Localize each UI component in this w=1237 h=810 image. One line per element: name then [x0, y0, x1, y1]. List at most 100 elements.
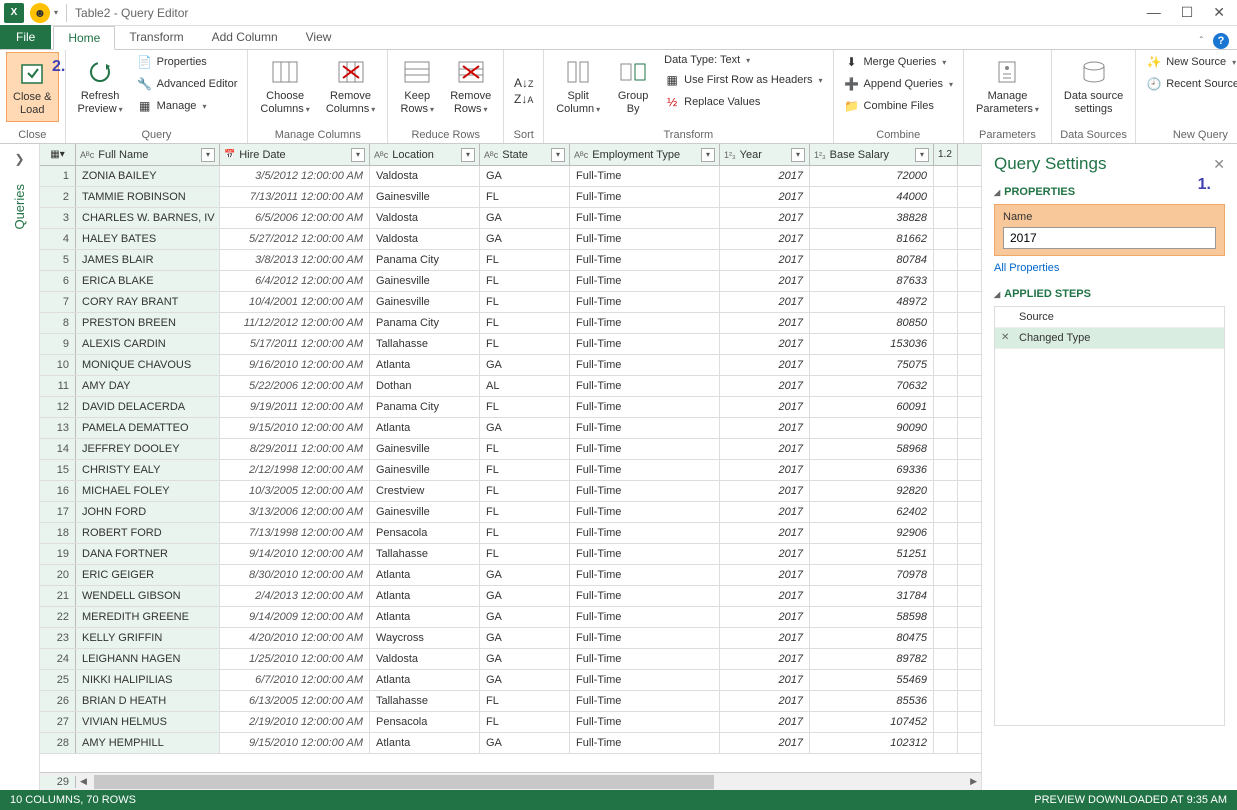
select-all-corner[interactable]: ▦▾	[40, 144, 76, 165]
cell-salary[interactable]: 80784	[810, 250, 934, 270]
cell-extra[interactable]	[934, 733, 958, 753]
cell-salary[interactable]: 153036	[810, 334, 934, 354]
cell-state[interactable]: GA	[480, 670, 570, 690]
hscroll-thumb[interactable]	[94, 775, 714, 789]
cell-fullname[interactable]: JOHN FORD	[76, 502, 220, 522]
cell-fullname[interactable]: ERIC GEIGER	[76, 565, 220, 585]
tab-home[interactable]: Home	[53, 26, 115, 50]
cell-fullname[interactable]: VIVIAN HELMUS	[76, 712, 220, 732]
cell-employment[interactable]: Full-Time	[570, 334, 720, 354]
maximize-icon[interactable]: ☐	[1181, 4, 1194, 21]
cell-year[interactable]: 2017	[720, 208, 810, 228]
cell-state[interactable]: FL	[480, 334, 570, 354]
cell-hiredate[interactable]: 9/15/2010 12:00:00 AM	[220, 733, 370, 753]
table-row[interactable]: 8PRESTON BREEN11/12/2012 12:00:00 AMPana…	[40, 313, 981, 334]
remove-rows-button[interactable]: Remove Rows	[444, 52, 497, 120]
table-row[interactable]: 2TAMMIE ROBINSON7/13/2011 12:00:00 AMGai…	[40, 187, 981, 208]
cell-year[interactable]: 2017	[720, 439, 810, 459]
cell-salary[interactable]: 62402	[810, 502, 934, 522]
smiley-icon[interactable]: ☻	[30, 3, 50, 23]
cell-location[interactable]: Gainesville	[370, 460, 480, 480]
cell-hiredate[interactable]: 9/14/2009 12:00:00 AM	[220, 607, 370, 627]
cell-salary[interactable]: 70978	[810, 565, 934, 585]
cell-extra[interactable]	[934, 439, 958, 459]
cell-employment[interactable]: Full-Time	[570, 670, 720, 690]
cell-employment[interactable]: Full-Time	[570, 397, 720, 417]
cell-extra[interactable]	[934, 523, 958, 543]
cell-hiredate[interactable]: 3/5/2012 12:00:00 AM	[220, 166, 370, 186]
cell-fullname[interactable]: JAMES BLAIR	[76, 250, 220, 270]
cell-employment[interactable]: Full-Time	[570, 355, 720, 375]
cell-fullname[interactable]: WENDELL GIBSON	[76, 586, 220, 606]
table-row[interactable]: 7CORY RAY BRANT10/4/2001 12:00:00 AMGain…	[40, 292, 981, 313]
cell-fullname[interactable]: CORY RAY BRANT	[76, 292, 220, 312]
cell-hiredate[interactable]: 11/12/2012 12:00:00 AM	[220, 313, 370, 333]
cell-fullname[interactable]: AMY DAY	[76, 376, 220, 396]
cell-hiredate[interactable]: 5/27/2012 12:00:00 AM	[220, 229, 370, 249]
cell-year[interactable]: 2017	[720, 649, 810, 669]
cell-salary[interactable]: 72000	[810, 166, 934, 186]
cell-fullname[interactable]: TAMMIE ROBINSON	[76, 187, 220, 207]
table-row[interactable]: 12DAVID DELACERDA9/19/2011 12:00:00 AMPa…	[40, 397, 981, 418]
cell-employment[interactable]: Full-Time	[570, 460, 720, 480]
cell-fullname[interactable]: DAVID DELACERDA	[76, 397, 220, 417]
cell-fullname[interactable]: DANA FORTNER	[76, 544, 220, 564]
cell-fullname[interactable]: MONIQUE CHAVOUS	[76, 355, 220, 375]
cell-extra[interactable]	[934, 397, 958, 417]
cell-employment[interactable]: Full-Time	[570, 292, 720, 312]
cell-state[interactable]: GA	[480, 229, 570, 249]
cell-location[interactable]: Gainesville	[370, 502, 480, 522]
close-settings-icon[interactable]: ✕	[1213, 156, 1225, 173]
merge-queries-button[interactable]: ⬇Merge Queries	[840, 52, 958, 72]
help-icon[interactable]: ?	[1213, 33, 1229, 49]
cell-location[interactable]: Valdosta	[370, 649, 480, 669]
filter-icon[interactable]: ▾	[461, 148, 475, 162]
table-row[interactable]: 26BRIAN D HEATH6/13/2005 12:00:00 AMTall…	[40, 691, 981, 712]
cell-salary[interactable]: 102312	[810, 733, 934, 753]
manage-parameters-button[interactable]: Manage Parameters	[970, 52, 1045, 120]
advanced-editor-button[interactable]: 🔧Advanced Editor	[133, 74, 242, 94]
cell-location[interactable]: Gainesville	[370, 271, 480, 291]
cell-fullname[interactable]: AMY HEMPHILL	[76, 733, 220, 753]
filter-icon[interactable]: ▾	[551, 148, 565, 162]
cell-extra[interactable]	[934, 502, 958, 522]
first-row-headers-button[interactable]: ▦Use First Row as Headers	[660, 70, 826, 90]
cell-employment[interactable]: Full-Time	[570, 586, 720, 606]
cell-state[interactable]: FL	[480, 502, 570, 522]
cell-location[interactable]: Pensacola	[370, 712, 480, 732]
cell-hiredate[interactable]: 2/12/1998 12:00:00 AM	[220, 460, 370, 480]
cell-extra[interactable]	[934, 586, 958, 606]
cell-extra[interactable]	[934, 313, 958, 333]
cell-hiredate[interactable]: 9/19/2011 12:00:00 AM	[220, 397, 370, 417]
cell-state[interactable]: AL	[480, 376, 570, 396]
cell-employment[interactable]: Full-Time	[570, 733, 720, 753]
cell-fullname[interactable]: PRESTON BREEN	[76, 313, 220, 333]
cell-year[interactable]: 2017	[720, 481, 810, 501]
cell-extra[interactable]	[934, 460, 958, 480]
filter-icon[interactable]: ▾	[701, 148, 715, 162]
append-queries-button[interactable]: ➕Append Queries	[840, 74, 958, 94]
cell-location[interactable]: Atlanta	[370, 355, 480, 375]
cell-hiredate[interactable]: 9/16/2010 12:00:00 AM	[220, 355, 370, 375]
manage-button[interactable]: ▦Manage	[133, 96, 242, 116]
cell-extra[interactable]	[934, 418, 958, 438]
cell-year[interactable]: 2017	[720, 733, 810, 753]
file-tab[interactable]: File	[0, 25, 51, 49]
cell-hiredate[interactable]: 7/13/1998 12:00:00 AM	[220, 523, 370, 543]
table-row[interactable]: 16MICHAEL FOLEY10/3/2005 12:00:00 AMCres…	[40, 481, 981, 502]
cell-state[interactable]: GA	[480, 586, 570, 606]
cell-employment[interactable]: Full-Time	[570, 376, 720, 396]
cell-location[interactable]: Atlanta	[370, 565, 480, 585]
table-row[interactable]: 6ERICA BLAKE6/4/2012 12:00:00 AMGainesvi…	[40, 271, 981, 292]
cell-employment[interactable]: Full-Time	[570, 544, 720, 564]
cell-hiredate[interactable]: 8/30/2010 12:00:00 AM	[220, 565, 370, 585]
cell-fullname[interactable]: ZONIA BAILEY	[76, 166, 220, 186]
cell-hiredate[interactable]: 2/19/2010 12:00:00 AM	[220, 712, 370, 732]
table-row[interactable]: 27VIVIAN HELMUS2/19/2010 12:00:00 AMPens…	[40, 712, 981, 733]
col-year[interactable]: 1²₃Year▾	[720, 144, 810, 165]
cell-employment[interactable]: Full-Time	[570, 691, 720, 711]
table-row[interactable]: 18ROBERT FORD7/13/1998 12:00:00 AMPensac…	[40, 523, 981, 544]
cell-state[interactable]: GA	[480, 166, 570, 186]
cell-year[interactable]: 2017	[720, 250, 810, 270]
cell-salary[interactable]: 60091	[810, 397, 934, 417]
